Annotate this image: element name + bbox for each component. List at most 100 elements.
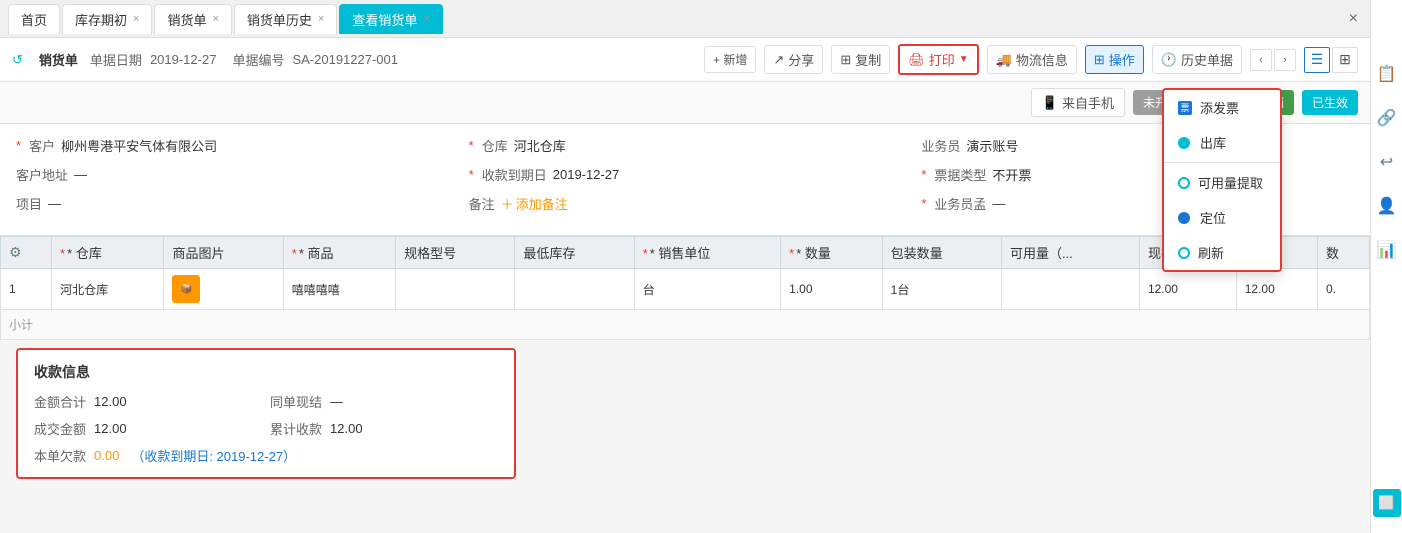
- sidebar-back-icon[interactable]: ↩: [1376, 148, 1397, 176]
- tab-sales-close[interactable]: ×: [212, 13, 218, 25]
- form-row-2: 客户地址 — * 收款到期日 2019-12-27 * 票据类型 不开票: [16, 165, 1354, 184]
- col-available: 可用量（...: [1001, 237, 1139, 269]
- subtotal-row: 小计: [1, 310, 1370, 340]
- tab-sales-history-label: 销货单历史: [247, 10, 312, 29]
- trade-amount-value: 12.00: [94, 421, 127, 436]
- logistics-button[interactable]: 🚚 物流信息: [987, 45, 1077, 74]
- share-button[interactable]: ↗ 分享: [764, 45, 823, 74]
- col-unit: ** 销售单位: [634, 237, 780, 269]
- toolbar: ↺ 销货单 单据日期 2019-12-27 单据编号 SA-20191227-0…: [0, 38, 1370, 82]
- locate-icon: [1178, 212, 1190, 224]
- doc-meta: 单据日期 2019-12-27 单据编号 SA-20191227-001: [90, 50, 398, 69]
- arrears-label: 本单欠款: [34, 446, 86, 465]
- tab-sales-history[interactable]: 销货单历史 ×: [234, 4, 337, 34]
- col-product: ** 商品: [283, 237, 395, 269]
- toolbar-right: + 新增 ↗ 分享 ⊞ 复制 🖨 打印 ▼ 🚚 物流信息 ⊞ 操作: [704, 44, 1358, 75]
- row-more: 0.: [1318, 269, 1370, 310]
- sidebar-chart-icon[interactable]: 📊: [1373, 236, 1401, 264]
- refresh-icon: [1178, 247, 1190, 259]
- window-close-button[interactable]: ×: [1349, 10, 1358, 28]
- operate-button[interactable]: ⊞ 操作: [1085, 45, 1144, 74]
- dropdown-item-available[interactable]: 可用量提取: [1164, 165, 1280, 200]
- outbound-icon: [1178, 137, 1190, 149]
- view-icons: ☰ ⊞: [1304, 47, 1358, 73]
- row-package-qty: 1台: [882, 269, 1001, 310]
- same-order-label: 同单现结: [270, 392, 322, 411]
- due-date-value: 2019-12-27: [553, 167, 620, 182]
- customer-value: 柳州粤港平安气体有限公司: [61, 136, 217, 155]
- tab-sales-history-close[interactable]: ×: [318, 13, 324, 25]
- history-button[interactable]: 🕐 历史单据: [1152, 45, 1242, 74]
- view-grid-button[interactable]: ⊞: [1332, 47, 1358, 73]
- doc-date-label: 单据日期 2019-12-27: [90, 50, 217, 69]
- warehouse-field: * 仓库 河北仓库: [469, 136, 902, 155]
- new-button[interactable]: + 新增: [704, 46, 756, 73]
- add-invoice-icon: 票: [1178, 101, 1192, 115]
- phone-icon: 📱: [1042, 95, 1058, 111]
- print-icon: 🖨: [908, 52, 925, 68]
- phone-source-button[interactable]: 📱 来自手机: [1031, 88, 1125, 117]
- same-order-value: —: [330, 394, 343, 409]
- ticket-required: *: [921, 167, 926, 182]
- customer-field: * 客户 柳州粤港平安气体有限公司: [16, 136, 449, 155]
- nav-prev-button[interactable]: ‹: [1250, 49, 1272, 71]
- staff2-field: * 业务员孟 —: [921, 194, 1354, 213]
- row-quantity: 1.00: [781, 269, 883, 310]
- tab-home[interactable]: 首页: [8, 4, 60, 34]
- row-product: 嘻嘻嘻嘻: [283, 269, 395, 310]
- row-image: 📦: [164, 269, 283, 310]
- history-icon: 🕐: [1161, 52, 1177, 68]
- due-date-field: * 收款到期日 2019-12-27: [469, 165, 902, 184]
- same-order-row: 同单现结 —: [270, 392, 498, 411]
- sidebar-doc-icon[interactable]: 📋: [1373, 60, 1401, 88]
- tab-view-sales-close[interactable]: ×: [423, 13, 429, 25]
- add-note-button[interactable]: ＋ 添加备注: [501, 194, 568, 213]
- sidebar-user-icon[interactable]: 👤: [1373, 192, 1401, 220]
- sidebar-link-icon[interactable]: 🔗: [1373, 104, 1401, 132]
- copy-button[interactable]: ⊞ 复制: [831, 45, 890, 74]
- address-value: —: [74, 167, 87, 182]
- dropdown-separator: [1164, 162, 1280, 163]
- dropdown-item-outbound[interactable]: 出库: [1164, 125, 1280, 160]
- nav-arrows: ‹ ›: [1250, 49, 1296, 71]
- doc-type-label: 销货单: [39, 50, 78, 69]
- view-list-button[interactable]: ☰: [1304, 47, 1330, 73]
- tab-bar: 首页 库存期初 × 销货单 × 销货单历史 × 查看销货单 × ×: [0, 0, 1370, 38]
- dropdown-item-refresh[interactable]: 刷新: [1164, 235, 1280, 270]
- dropdown-item-locate[interactable]: 定位: [1164, 200, 1280, 235]
- tab-view-sales[interactable]: 查看销货单 ×: [339, 4, 442, 34]
- doc-type-icon: ↺: [12, 52, 23, 68]
- trade-amount-label: 成交金额: [34, 419, 86, 438]
- right-sidebar: 📋 🔗 ↩ 👤 📊 ⬜: [1370, 0, 1402, 533]
- table-row: 1 河北仓库 📦 嘻嘻嘻嘻 台 1.00 1台 12.00 12.00 0.: [1, 269, 1370, 310]
- warehouse-required: *: [469, 138, 474, 153]
- col-spec: 规格型号: [396, 237, 515, 269]
- sidebar-expand-button[interactable]: ⬜: [1373, 489, 1401, 517]
- dropdown-item-add-invoice[interactable]: 票 添发票: [1164, 90, 1280, 125]
- share-icon: ↗: [773, 52, 784, 68]
- operate-icon: ⊞: [1094, 52, 1105, 68]
- row-unit: 台: [634, 269, 780, 310]
- cumulative-label: 累计收款: [270, 419, 322, 438]
- toolbar-left: ↺ 销货单 单据日期 2019-12-27 单据编号 SA-20191227-0…: [12, 50, 692, 69]
- note-field: 备注 ＋ 添加备注: [469, 194, 902, 213]
- payment-title: 收款信息: [34, 362, 498, 382]
- project-value: —: [48, 196, 61, 211]
- tab-inventory[interactable]: 库存期初 ×: [62, 4, 152, 34]
- nav-next-button[interactable]: ›: [1274, 49, 1296, 71]
- row-available: [1001, 269, 1139, 310]
- product-image: 📦: [172, 275, 200, 303]
- address-field: 客户地址 —: [16, 165, 449, 184]
- form-row-1: * 客户 柳州粤港平安气体有限公司 * 仓库 河北仓库 业务员 演示账号: [16, 136, 1354, 155]
- arrears-row: 本单欠款 0.00 （收款到期日: 2019-12-27）: [34, 446, 498, 465]
- col-gear: ⚙: [1, 237, 52, 269]
- ticket-field: * 票据类型 不开票: [921, 165, 1354, 184]
- staff-field: 业务员 演示账号: [921, 136, 1354, 155]
- row-warehouse: 河北仓库: [52, 269, 164, 310]
- tab-sales[interactable]: 销货单 ×: [154, 4, 231, 34]
- col-min-stock: 最低库存: [515, 237, 634, 269]
- print-button[interactable]: 🖨 打印 ▼: [898, 44, 978, 75]
- trade-amount-row: 成交金额 12.00: [34, 419, 262, 438]
- logistics-icon: 🚚: [996, 52, 1012, 68]
- tab-inventory-close[interactable]: ×: [133, 13, 139, 25]
